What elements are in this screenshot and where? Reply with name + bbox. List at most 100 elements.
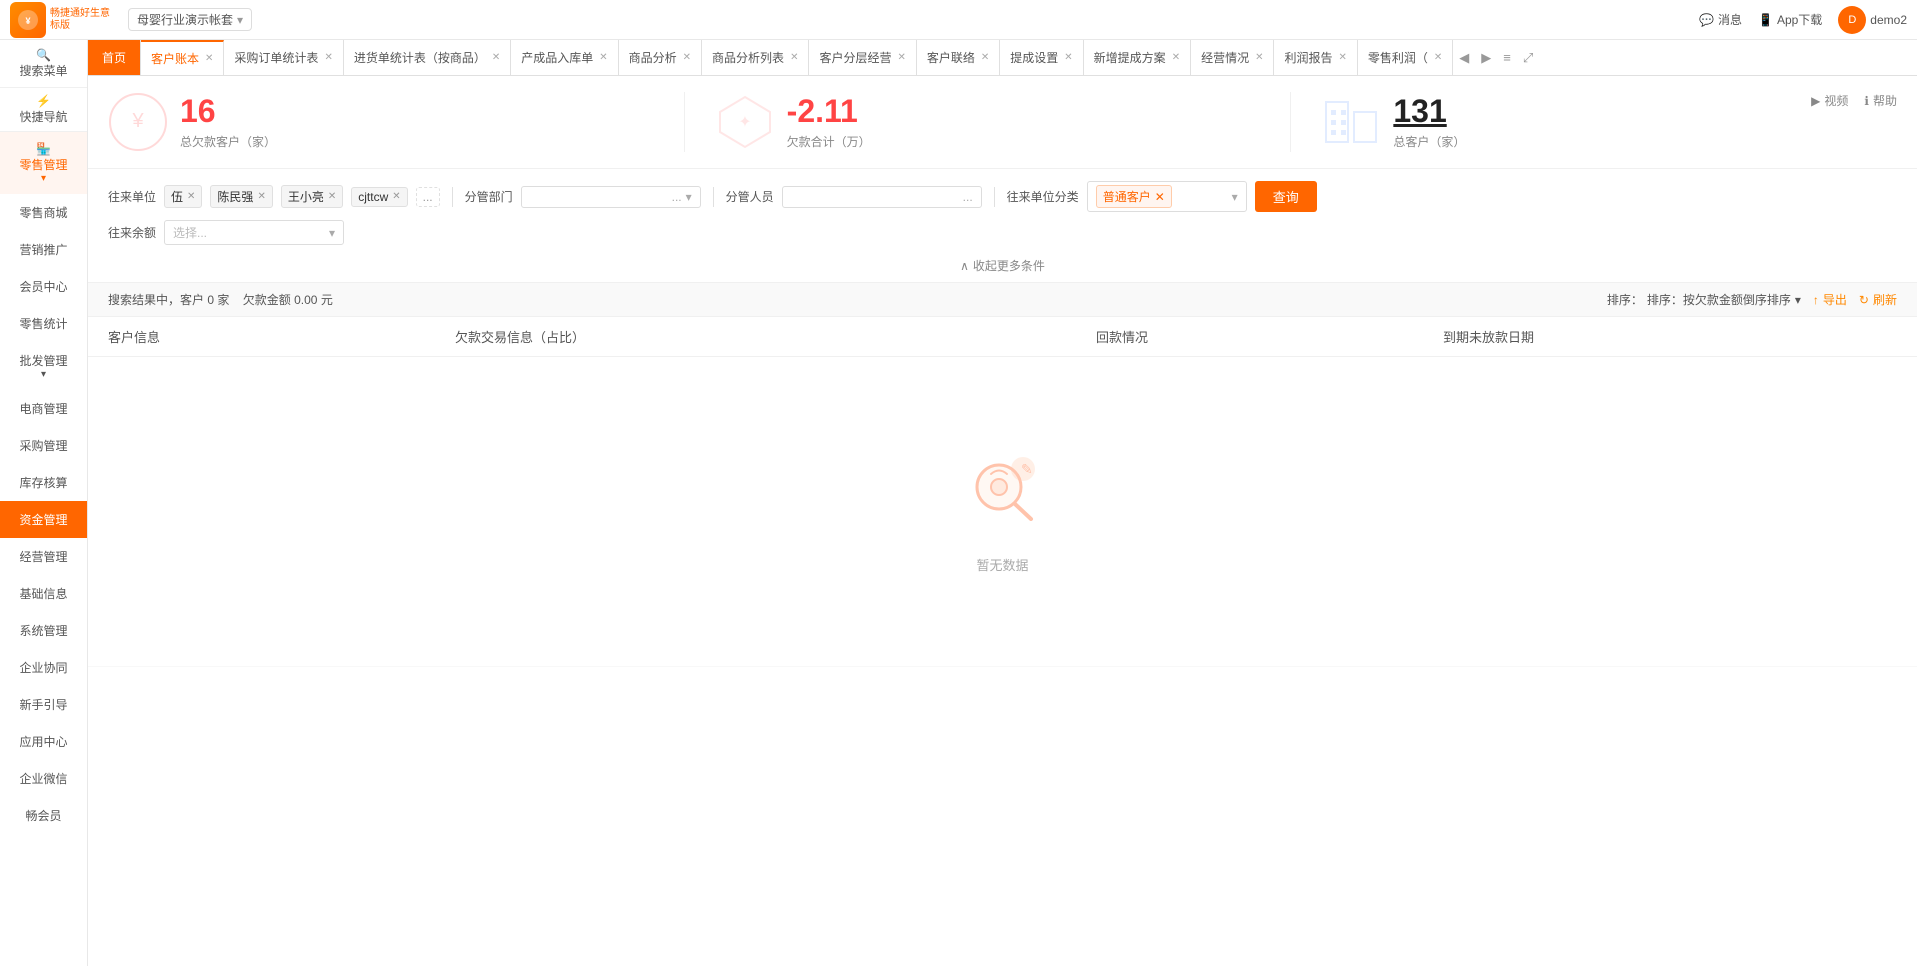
tab-product-analysis-list[interactable]: 商品分析列表 ✕ xyxy=(702,40,809,76)
stat-card-debt-total: ✦ -2.11 欠款合计（万） xyxy=(684,92,1291,152)
sidebar-item-wholesale[interactable]: 批发管理 ▾ xyxy=(0,342,87,390)
search-summary: 搜索结果中，客户 0 家 欠款金额 0.00 元 排序：排序：按欠款金额倒序排序 xyxy=(88,282,1917,317)
tab-profit-report-close[interactable]: ✕ xyxy=(1339,52,1347,63)
stat-icon-total xyxy=(1321,92,1381,152)
sidebar-item-inventory[interactable]: 库存核算 xyxy=(0,464,87,501)
tab-home[interactable]: 首页 xyxy=(88,40,141,76)
divider3 xyxy=(994,187,995,207)
sidebar-item-finance[interactable]: 资金管理 xyxy=(0,501,87,538)
tab-customer-contact-close[interactable]: ✕ xyxy=(981,52,989,63)
workspace-selector[interactable]: 母婴行业演示帐套 ▾ xyxy=(128,8,252,31)
app-download-button[interactable]: 📱 App下载 xyxy=(1758,11,1822,28)
tab-purchase-order-label: 采购订单统计表 xyxy=(234,49,318,66)
tab-purchase-order[interactable]: 采购订单统计表 ✕ xyxy=(224,40,343,76)
filter-tag-chenminqiang-remove[interactable]: ✕ xyxy=(257,191,265,202)
tab-cost-inbound-close[interactable]: ✕ xyxy=(599,52,607,63)
tab-new-promotion-label: 新增提成方案 xyxy=(1094,49,1166,66)
user-area[interactable]: D demo2 xyxy=(1838,6,1907,34)
sidebar-item-ecommerce[interactable]: 电商管理 xyxy=(0,390,87,427)
tab-retail-profit[interactable]: 零售利润（ ✕ xyxy=(1358,40,1453,76)
sidebar-label-system: 系统管理 xyxy=(6,622,81,639)
tab-home-label: 首页 xyxy=(102,49,126,66)
tab-cost-inbound[interactable]: 产成品入库单 ✕ xyxy=(511,40,618,76)
tab-nav-left[interactable]: ◀ xyxy=(1453,40,1475,76)
search-icon: 🔍 xyxy=(6,48,81,62)
sidebar-search[interactable]: 🔍 搜索菜单 xyxy=(0,40,87,88)
collapse-button[interactable]: ∧ 收起更多条件 xyxy=(950,253,1055,278)
sidebar-item-member[interactable]: 会员中心 xyxy=(0,268,87,305)
tab-product-analysis-list-close[interactable]: ✕ xyxy=(790,52,798,63)
refresh-button[interactable]: ↻ 刷新 xyxy=(1859,291,1897,308)
message-button[interactable]: 💬 消息 xyxy=(1699,11,1742,28)
top-bar: ¥ 畅捷通好生意 标版 母婴行业演示帐套 ▾ 💬 消息 📱 App下载 D xyxy=(0,0,1917,40)
tab-new-promotion[interactable]: 新增提成方案 ✕ xyxy=(1084,40,1191,76)
tab-menu-button[interactable]: ≡ xyxy=(1497,40,1517,76)
tab-purchase-order-close[interactable]: ✕ xyxy=(324,52,332,63)
export-button[interactable]: ↑ 导出 xyxy=(1813,291,1847,308)
help-button[interactable]: ℹ 帮助 xyxy=(1864,92,1897,109)
tab-accounts[interactable]: 客户账本 ✕ xyxy=(141,40,224,76)
sidebar-item-purchase[interactable]: 采购管理 xyxy=(0,427,87,464)
filter-tag-cjttcw[interactable]: cjttcw ✕ xyxy=(351,187,407,207)
export-label: 导出 xyxy=(1823,291,1847,308)
tab-inbound-stats-close[interactable]: ✕ xyxy=(492,52,500,63)
tab-accounts-close[interactable]: ✕ xyxy=(205,53,213,64)
tab-inbound-stats-label: 进货单统计表（按商品） xyxy=(354,49,486,66)
tab-customer-tier-close[interactable]: ✕ xyxy=(897,52,905,63)
filter-tag-wu-remove[interactable]: ✕ xyxy=(187,191,195,202)
summary-right-actions: 排序：排序：按欠款金额倒序排序 ▾ ↑ 导出 ↻ 刷新 xyxy=(1607,291,1897,308)
top-right: 💬 消息 📱 App下载 D demo2 xyxy=(1699,6,1907,34)
stat-info-customers: 16 总欠款客户（家） xyxy=(180,95,276,150)
tab-product-analysis-close[interactable]: ✕ xyxy=(683,52,691,63)
sidebar-item-retail-stats[interactable]: 零售统计 xyxy=(0,305,87,342)
sidebar-item-enterprise-wechat[interactable]: 企业微信 xyxy=(0,760,87,797)
filter-tag-more[interactable]: ... xyxy=(416,187,440,207)
svg-text:✎: ✎ xyxy=(1021,461,1033,477)
tab-operations[interactable]: 经营情况 ✕ xyxy=(1191,40,1274,76)
svg-text:¥: ¥ xyxy=(25,16,30,26)
chevron-down-icon: ▾ xyxy=(41,369,46,380)
sidebar-quick-nav[interactable]: ⚡ 快捷导航 xyxy=(0,88,87,132)
filter-select-type[interactable]: 普通客户 ✕ ▾ xyxy=(1087,181,1247,212)
tab-retail-profit-close[interactable]: ✕ xyxy=(1434,52,1442,63)
tab-operations-close[interactable]: ✕ xyxy=(1255,52,1263,63)
tab-inbound-stats[interactable]: 进货单统计表（按商品） ✕ xyxy=(344,40,511,76)
filter-tag-wangxiaoliang[interactable]: 王小亮 ✕ xyxy=(281,185,343,208)
sidebar-label-basic-info: 基础信息 xyxy=(6,585,81,602)
filter-type-selected-tag[interactable]: 普通客户 ✕ xyxy=(1096,185,1172,208)
tab-product-analysis[interactable]: 商品分析 ✕ xyxy=(619,40,702,76)
tab-nav-right[interactable]: ▶ xyxy=(1475,40,1497,76)
tab-new-promotion-close[interactable]: ✕ xyxy=(1172,52,1180,63)
query-button[interactable]: 查询 xyxy=(1255,181,1317,212)
filter-select-balance[interactable]: 选择... ▾ xyxy=(164,220,344,245)
sidebar-item-system[interactable]: 系统管理 xyxy=(0,612,87,649)
sidebar-item-marketing[interactable]: 营销推广 xyxy=(0,231,87,268)
tab-promotion-settings[interactable]: 提成设置 ✕ xyxy=(1000,40,1083,76)
filter-tag-chenminqiang[interactable]: 陈民强 ✕ xyxy=(210,185,272,208)
sidebar-item-member-vip[interactable]: 畅会员 xyxy=(0,797,87,834)
filter-tag-wangxiaoliang-remove[interactable]: ✕ xyxy=(328,191,336,202)
video-button[interactable]: ▶ 视频 xyxy=(1811,92,1848,109)
filter-tag-wu[interactable]: 伍 ✕ xyxy=(164,185,202,208)
sidebar-item-retail-mall[interactable]: 零售商城 xyxy=(0,194,87,231)
help-icon: ℹ xyxy=(1864,94,1869,108)
sidebar-item-retail[interactable]: 🏪 零售管理 ▾ xyxy=(0,132,87,194)
tab-customer-contact[interactable]: 客户联络 ✕ xyxy=(917,40,1000,76)
tab-expand-button[interactable]: ⤢ xyxy=(1517,40,1539,76)
sidebar-item-operations[interactable]: 经营管理 xyxy=(0,538,87,575)
filter-label-balance: 往来余额 xyxy=(108,224,156,241)
tab-customer-tier[interactable]: 客户分层经营 ✕ xyxy=(809,40,916,76)
sidebar-item-enterprise-agreement[interactable]: 企业协同 xyxy=(0,649,87,686)
sidebar-item-basic-info[interactable]: 基础信息 xyxy=(0,575,87,612)
stat-info-debt: -2.11 欠款合计（万） xyxy=(787,95,871,150)
sort-selector[interactable]: 排序：排序：按欠款金额倒序排序 ▾ xyxy=(1607,291,1801,308)
filter-tag-cjttcw-remove[interactable]: ✕ xyxy=(392,191,400,202)
filter-select-person[interactable]: ... xyxy=(782,186,982,208)
sidebar-item-new-guide[interactable]: 新手引导 xyxy=(0,686,87,723)
tab-promotion-settings-close[interactable]: ✕ xyxy=(1064,52,1072,63)
tab-profit-report[interactable]: 利润报告 ✕ xyxy=(1274,40,1357,76)
filter-type-selected-remove[interactable]: ✕ xyxy=(1155,190,1165,204)
tab-cost-inbound-label: 产成品入库单 xyxy=(521,49,593,66)
filter-select-dept[interactable]: ... ▾ xyxy=(521,186,701,208)
sidebar-item-app-center[interactable]: 应用中心 xyxy=(0,723,87,760)
